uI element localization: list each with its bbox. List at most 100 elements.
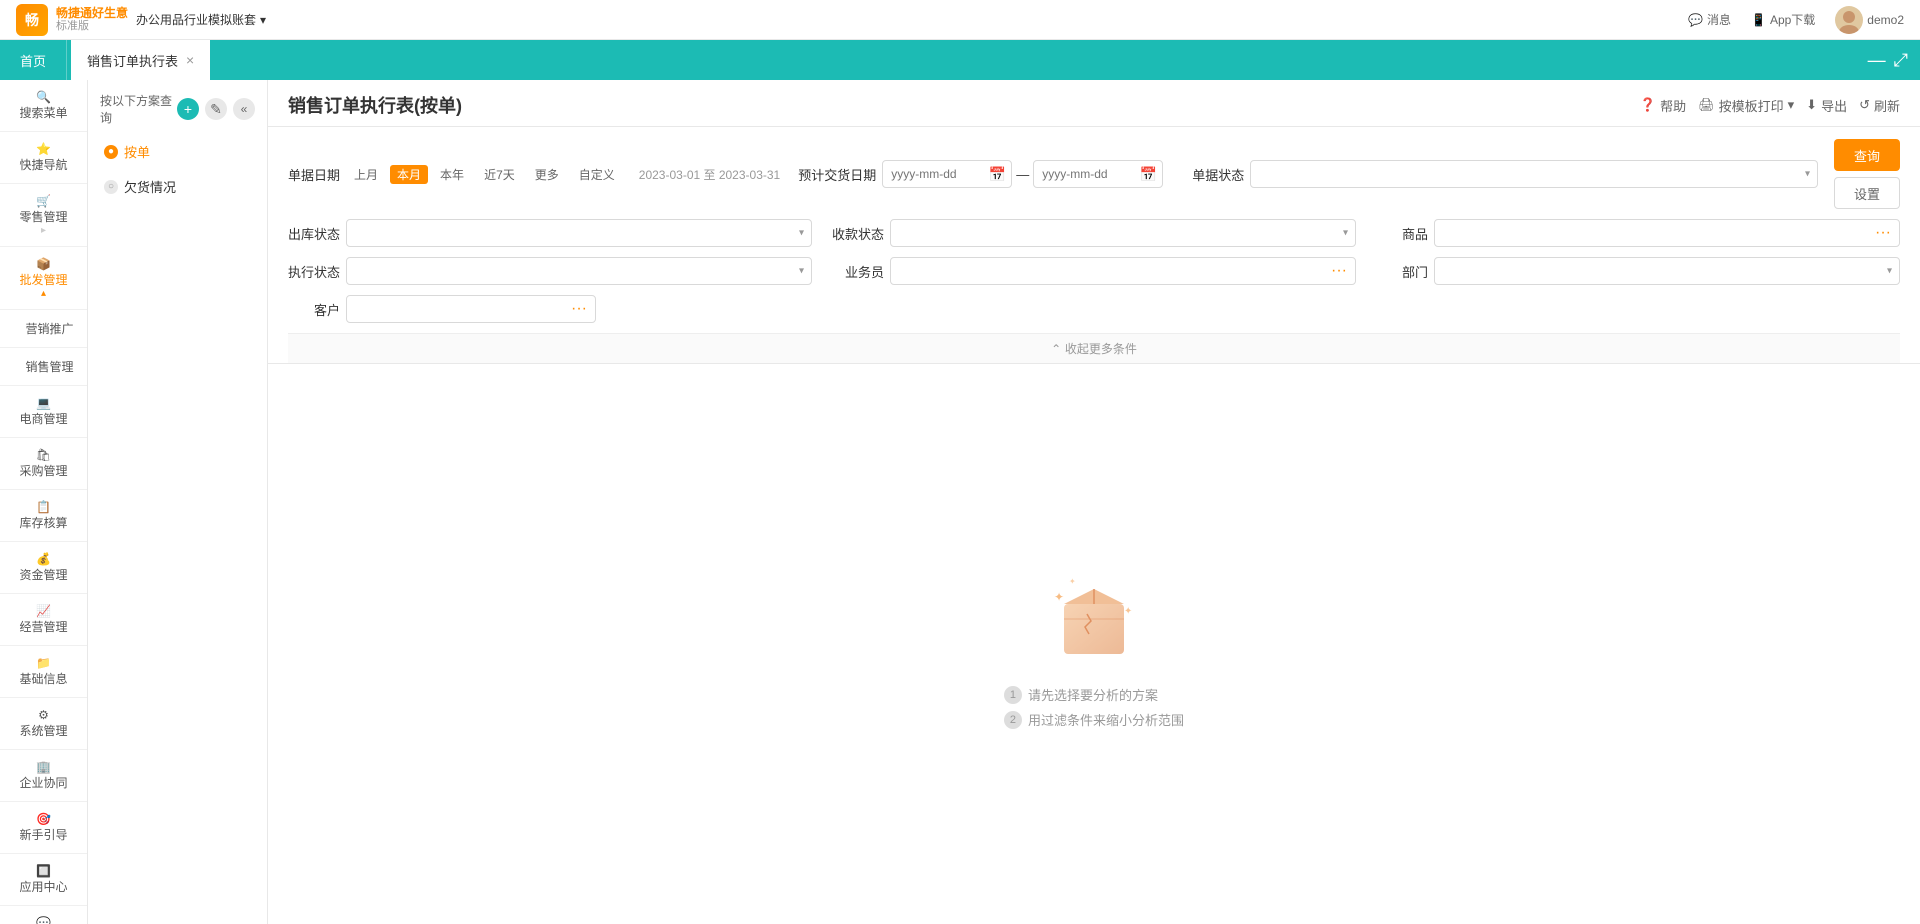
date-tab-this-month[interactable]: 本月 xyxy=(390,165,428,184)
delivery-select[interactable] xyxy=(346,219,812,247)
sidebar-item-finance[interactable]: 💰 资金管理 xyxy=(0,542,87,594)
salesman-input-wrapper: ··· xyxy=(890,257,1356,285)
date-tab-this-year[interactable]: 本年 xyxy=(432,164,472,185)
sidebar-item-basic[interactable]: 📁 基础信息 xyxy=(0,646,87,698)
download-icon: 📱 xyxy=(1751,13,1766,27)
status-select-wrap xyxy=(1250,160,1818,188)
execution-label: 执行状态 xyxy=(288,262,340,281)
app-name: 畅捷通好生意 xyxy=(56,6,128,20)
filter-section: 单据日期 上月 本月 本年 近7天 更多 自定义 2023-03-01 至 20… xyxy=(268,127,1920,364)
sidebar-item-sales[interactable]: 销售管理 xyxy=(0,348,87,386)
payment-select[interactable] xyxy=(890,219,1356,247)
collapse-bar[interactable]: ⌃ 收起更多条件 xyxy=(288,333,1900,363)
refresh-btn[interactable]: ↺ 刷新 xyxy=(1859,96,1900,115)
scheme-panel-title: 按以下方案查询 xyxy=(100,92,177,126)
date-tab-last-month[interactable]: 上月 xyxy=(346,164,386,185)
calendar-end-icon: 📅 xyxy=(1140,166,1157,183)
tab-maximize-btn[interactable]: ⤢ xyxy=(1894,51,1908,69)
sidebar-item-system[interactable]: ⚙ 系统管理 xyxy=(0,698,87,750)
execution-select[interactable] xyxy=(346,257,812,285)
sidebar-item-appstore[interactable]: 🔲 应用中心 xyxy=(0,854,87,906)
salesman-input[interactable] xyxy=(899,264,1331,278)
app-download-btn[interactable]: 📱 App下载 xyxy=(1751,11,1815,28)
date-tab-custom[interactable]: 自定义 xyxy=(571,164,623,185)
expected-date-label: 预计交货日期 xyxy=(796,165,876,184)
scheme-edit-btn[interactable]: ✎ xyxy=(205,98,227,120)
product-dots-btn[interactable]: ··· xyxy=(1875,224,1891,242)
sidebar-item-shortcut[interactable]: ⭐ 快捷导航 xyxy=(0,132,87,184)
tab-bar: 首页 销售订单执行表 × — ⤢ xyxy=(0,40,1920,80)
sidebar-item-newbie[interactable]: 🎯 新手引导 xyxy=(0,802,87,854)
content-area: 按以下方案查询 + ✎ « ● 按单 ○ 欠货情况 销售订单执行表(按单) xyxy=(88,80,1920,924)
settings-button[interactable]: 设置 xyxy=(1834,177,1900,209)
top-bar: 畅 畅捷通好生意 标准版 办公用品行业模拟账套 ▾ 💬 消息 📱 App下载 d… xyxy=(0,0,1920,40)
salesman-dots-btn[interactable]: ··· xyxy=(1331,262,1347,280)
scheme-item-debt[interactable]: ○ 欠货情况 xyxy=(88,169,267,204)
search-button[interactable]: 查询 xyxy=(1834,139,1900,171)
payment-label: 收款状态 xyxy=(832,224,884,243)
avatar xyxy=(1835,6,1863,34)
user-profile[interactable]: demo2 xyxy=(1835,6,1904,34)
sidebar-item-inventory[interactable]: 📋 库存核算 xyxy=(0,490,87,542)
empty-illustration: ✦ ✦ ✦ xyxy=(1039,559,1149,669)
expected-date-start-wrapper: 📅 xyxy=(882,160,1012,188)
customer-input-wrapper: ··· xyxy=(346,295,596,323)
sidebar-item-marketing[interactable]: 营销推广 xyxy=(0,310,87,348)
execution-cell: 执行状态 xyxy=(288,257,812,285)
sidebar-item-purchase[interactable]: 🛍 采购管理 xyxy=(0,438,87,490)
department-select-wrap xyxy=(1434,257,1900,285)
scheme-item-order[interactable]: ● 按单 xyxy=(88,134,267,169)
appstore-icon: 🔲 xyxy=(0,864,87,878)
filter-row-2: 出库状态 收款状态 xyxy=(288,219,1900,247)
enterprise-icon: 🏢 xyxy=(0,760,87,774)
sidebar-item-search[interactable]: 🔍 搜索菜单 xyxy=(0,80,87,132)
sidebar-item-operations[interactable]: 📈 经营管理 xyxy=(0,594,87,646)
refresh-icon: ↺ xyxy=(1859,97,1870,113)
basic-icon: 📁 xyxy=(0,656,87,670)
wechat-icon: 💬 xyxy=(0,916,87,924)
scheme-collapse-btn[interactable]: « xyxy=(233,98,255,120)
ecommerce-icon: 💻 xyxy=(0,396,87,410)
date-tab-more[interactable]: 更多 xyxy=(527,164,567,185)
scheme-add-btn[interactable]: + xyxy=(177,98,199,120)
sidebar-item-wechat[interactable]: 💬 企业微信 xyxy=(0,906,87,924)
chevron-right-icon: ▸ xyxy=(0,225,87,236)
empty-state: ✦ ✦ ✦ 1 请先选择要分析的方案 2 用过滤条件来缩小分析范围 xyxy=(1004,559,1184,729)
sidebar-item-enterprise[interactable]: 🏢 企业协同 xyxy=(0,750,87,802)
sidebar-item-retail[interactable]: 🛒 零售管理 ▸ xyxy=(0,184,87,247)
sidebar-item-wholesale[interactable]: 📦 批发管理 ▴ xyxy=(0,247,87,310)
product-input-wrapper: ··· xyxy=(1434,219,1900,247)
date-tab-7days[interactable]: 近7天 xyxy=(476,164,523,185)
tab-close-icon[interactable]: × xyxy=(186,52,194,68)
chevron-up-icon: ▴ xyxy=(0,288,87,299)
date-range-display: 2023-03-01 至 2023-03-31 xyxy=(639,166,780,183)
tab-home[interactable]: 首页 xyxy=(0,40,67,80)
expected-date-inputs: 📅 — 📅 xyxy=(882,160,1176,188)
status-select[interactable] xyxy=(1250,160,1818,188)
tab-sales-order[interactable]: 销售订单执行表 × xyxy=(71,40,210,80)
account-selector[interactable]: 办公用品行业模拟账套 ▾ xyxy=(136,11,266,28)
export-btn[interactable]: ⬇ 导出 xyxy=(1806,96,1847,115)
logo-icon: 畅 xyxy=(16,4,48,36)
help-btn[interactable]: ❓ 帮助 xyxy=(1640,96,1686,115)
print-btn[interactable]: 🖨 按模板打印 ▾ xyxy=(1698,96,1794,115)
customer-dots-btn[interactable]: ··· xyxy=(571,300,587,318)
chevron-down-icon: ▾ xyxy=(260,13,266,27)
product-input[interactable] xyxy=(1443,226,1875,240)
message-btn[interactable]: 💬 消息 xyxy=(1688,11,1731,28)
collapse-label: 收起更多条件 xyxy=(1065,342,1137,356)
print-icon: 🖨 xyxy=(1698,97,1715,113)
date-filter-cell: 单据日期 上月 本月 本年 近7天 更多 自定义 xyxy=(288,164,623,185)
data-area: ✦ ✦ ✦ 1 请先选择要分析的方案 2 用过滤条件来缩小分析范围 xyxy=(268,364,1920,924)
customer-input[interactable] xyxy=(355,302,571,316)
status-cell: 单据状态 xyxy=(1192,160,1818,188)
sidebar: 🔍 搜索菜单 ⭐ 快捷导航 🛒 零售管理 ▸ 📦 批发管理 ▴ 营销推广 销售管… xyxy=(0,80,88,924)
department-select[interactable] xyxy=(1434,257,1900,285)
top-bar-left: 畅 畅捷通好生意 标准版 办公用品行业模拟账套 ▾ xyxy=(16,4,266,36)
calendar-start-icon: 📅 xyxy=(989,166,1006,183)
tip-num-2: 2 xyxy=(1004,711,1022,729)
sidebar-item-ecommerce[interactable]: 💻 电商管理 xyxy=(0,386,87,438)
help-icon: ❓ xyxy=(1640,97,1656,113)
page-title: 销售订单执行表(按单) xyxy=(288,92,462,118)
tab-minimize-btn[interactable]: — xyxy=(1868,51,1886,69)
